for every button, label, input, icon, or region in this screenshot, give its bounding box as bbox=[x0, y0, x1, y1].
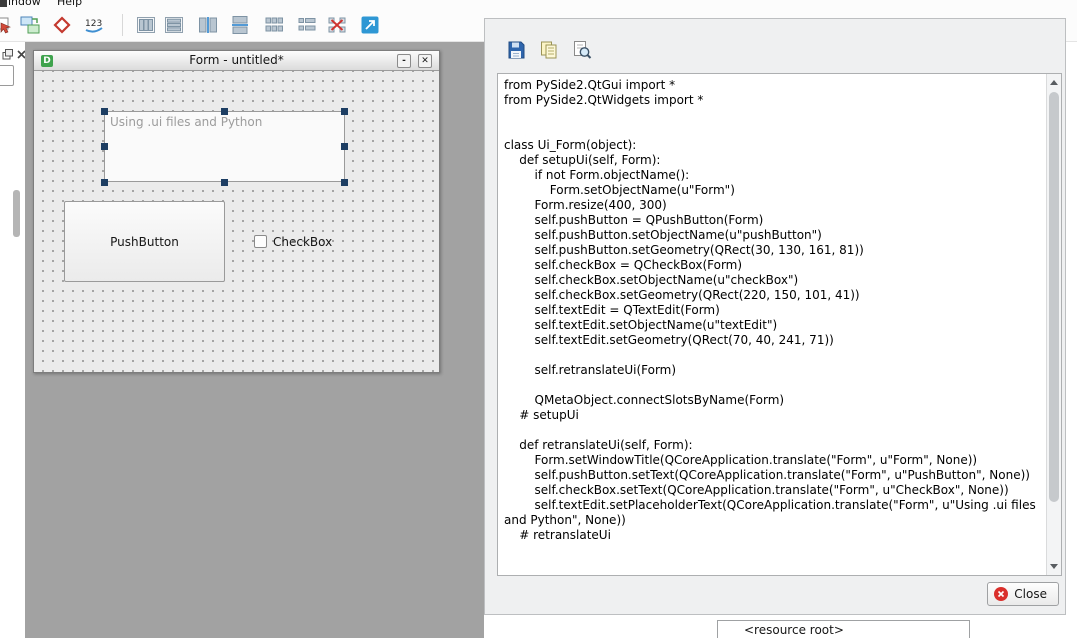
layout-horizontally-icon[interactable] bbox=[134, 13, 158, 37]
menu-icon-fragment bbox=[0, 0, 7, 7]
checkbox-label: CheckBox bbox=[273, 235, 332, 249]
svg-text:123: 123 bbox=[85, 19, 102, 29]
form-close-button[interactable]: ✕ bbox=[418, 54, 432, 68]
layout-horizontal-splitter-icon[interactable] bbox=[196, 13, 220, 37]
code-preview-dialog: from PySide2.QtGui import * from PySide2… bbox=[484, 18, 1066, 615]
code-vertical-scrollbar[interactable] bbox=[1046, 74, 1061, 575]
code-text[interactable]: from PySide2.QtGui import * from PySide2… bbox=[498, 74, 1046, 575]
break-layout-icon[interactable] bbox=[325, 13, 349, 37]
widget-box-filter-fragment[interactable] bbox=[0, 65, 14, 86]
close-circle-icon bbox=[994, 587, 1008, 601]
textedit-placeholder: Using .ui files and Python bbox=[110, 115, 262, 129]
layout-vertical-splitter-icon[interactable] bbox=[228, 13, 252, 37]
edit-signals-slots-icon[interactable] bbox=[18, 13, 42, 37]
resize-handle-sw[interactable] bbox=[101, 179, 108, 186]
checkbox-indicator[interactable] bbox=[254, 235, 267, 248]
menubar: indow Help bbox=[0, 0, 1077, 9]
edit-tab-order-icon[interactable]: 123 bbox=[82, 13, 106, 37]
find-preview-icon[interactable] bbox=[570, 38, 594, 62]
toolbar-separator bbox=[122, 14, 123, 36]
left-scrollbar-thumb[interactable] bbox=[13, 190, 20, 237]
edit-widgets-icon[interactable] bbox=[0, 13, 15, 37]
form-window-titlebar[interactable]: D Form - untitled* - ✕ bbox=[34, 51, 439, 71]
resize-handle-se[interactable] bbox=[341, 179, 348, 186]
resize-handle-s[interactable] bbox=[221, 179, 228, 186]
dialog-close-label: Close bbox=[1014, 587, 1047, 601]
resource-root-item[interactable]: <resource root> bbox=[718, 621, 969, 637]
dialog-close-button[interactable]: Close bbox=[987, 582, 1059, 606]
layout-form-icon[interactable] bbox=[295, 13, 319, 37]
qt-designer-screen: indow Help 123 bbox=[0, 0, 1077, 638]
textedit-widget[interactable]: Using .ui files and Python bbox=[104, 111, 345, 182]
scrollbar-thumb[interactable] bbox=[1049, 92, 1059, 502]
resize-handle-n[interactable] bbox=[221, 108, 228, 115]
pushbutton-widget[interactable]: PushButton bbox=[64, 201, 225, 282]
form-minimize-button[interactable]: - bbox=[397, 54, 411, 68]
form-canvas[interactable]: Using .ui files and Python PushButton Ch… bbox=[34, 71, 439, 372]
scroll-up-icon[interactable] bbox=[1050, 80, 1058, 85]
edit-buddies-icon[interactable] bbox=[50, 13, 74, 37]
resize-handle-nw[interactable] bbox=[101, 108, 108, 115]
checkbox-widget[interactable]: CheckBox bbox=[254, 221, 355, 262]
resize-handle-w[interactable] bbox=[101, 143, 108, 150]
code-frame: from PySide2.QtGui import * from PySide2… bbox=[497, 73, 1062, 576]
copy-icon[interactable] bbox=[537, 38, 561, 62]
scroll-down-icon[interactable] bbox=[1050, 564, 1058, 569]
layout-vertically-icon[interactable] bbox=[162, 13, 186, 37]
designer-form-icon: D bbox=[41, 55, 53, 67]
menu-item-window[interactable]: indow bbox=[8, 0, 41, 9]
resize-handle-ne[interactable] bbox=[341, 108, 348, 115]
save-icon[interactable] bbox=[504, 38, 528, 62]
form-editor-window: D Form - untitled* - ✕ Using .ui files a… bbox=[33, 50, 440, 373]
menu-item-help[interactable]: Help bbox=[57, 0, 82, 9]
adjust-size-icon[interactable] bbox=[358, 13, 382, 37]
form-window-title: Form - untitled* bbox=[34, 51, 439, 70]
dock-float-icon[interactable] bbox=[1, 46, 14, 59]
resource-browser-panel: <resource root> bbox=[717, 620, 970, 638]
resize-handle-e[interactable] bbox=[341, 143, 348, 150]
layout-grid-icon[interactable] bbox=[262, 13, 286, 37]
